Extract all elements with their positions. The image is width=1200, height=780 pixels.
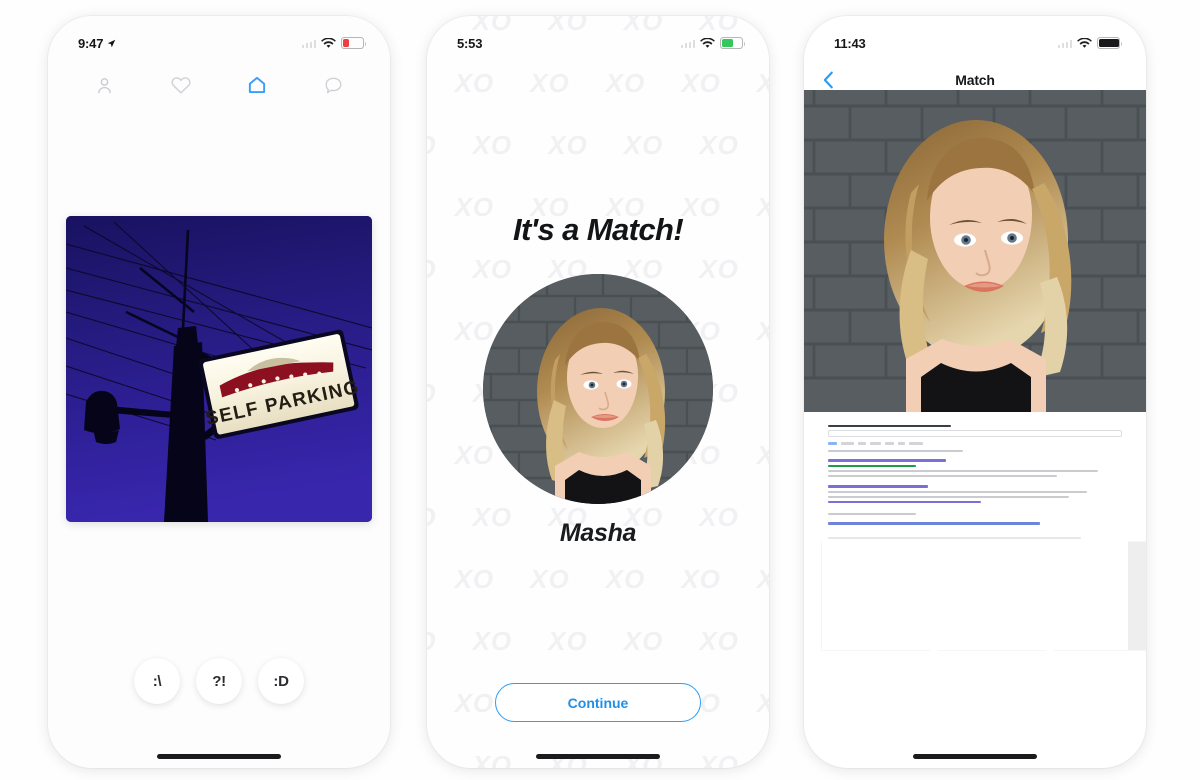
reaction-meh[interactable]: :\	[134, 658, 180, 704]
phone3-screen: 11:43 Match	[804, 16, 1146, 768]
phone1-status-time-group: 9:47	[78, 36, 116, 51]
cellular-signal-icon	[680, 39, 695, 48]
bottom-navigation-tabs	[48, 68, 390, 102]
sidebar-item-profile[interactable]	[92, 73, 116, 97]
xo-pattern-glyph: XO	[454, 68, 495, 98]
xo-pattern-row: XOXOXOXOXOXOXO	[427, 564, 769, 595]
like-thumb-search-results[interactable]	[822, 420, 1146, 650]
phone-screen-match: XO XO XO XO XO XO XO XO XO XO XO XO XO XO XO XO XO XO XO XO…	[427, 16, 769, 768]
xo-pattern-glyph: XO	[699, 626, 739, 656]
person-icon	[97, 77, 111, 93]
xo-pattern-glyph: XO	[454, 688, 495, 718]
battery-charging-icon	[720, 37, 746, 49]
xo-pattern-glyph: XO	[472, 750, 513, 768]
xo-pattern-glyph: XO	[757, 440, 769, 471]
location-arrow-icon	[107, 39, 116, 47]
xo-pattern-glyph: XO	[472, 254, 513, 284]
phone-screen-profile: 11:43 Match	[804, 16, 1146, 768]
battery-full-icon	[1097, 37, 1123, 49]
page-title: Match	[955, 72, 995, 88]
xo-pattern-glyph: XO	[757, 68, 769, 99]
chat-bubble-icon	[325, 77, 342, 93]
continue-button-label: Continue	[567, 694, 629, 711]
xo-pattern-glyph: XO	[699, 254, 739, 284]
cellular-signal-icon	[301, 39, 316, 48]
xo-pattern-glyph: XO	[454, 564, 495, 594]
xo-pattern-glyph: XO	[427, 254, 437, 285]
phone2-status-indicators	[680, 37, 746, 49]
heart-icon	[171, 77, 191, 94]
xo-pattern-glyph: XO	[427, 378, 437, 409]
xo-pattern-glyph: XO	[530, 564, 570, 594]
sidebar-item-likes[interactable]	[169, 73, 193, 97]
home-indicator	[536, 754, 660, 759]
phone3-status-indicators	[1057, 37, 1123, 49]
sidebar-item-home[interactable]	[245, 73, 269, 97]
profile-details: Masha 20 8 km away Art lover. Spring gir…	[822, 420, 1146, 650]
xo-pattern-row: XOXOXOXOXOXOXO	[427, 130, 769, 161]
xo-pattern-row: XOXOXOXOXOXOXO	[427, 68, 769, 99]
home-indicator	[157, 754, 281, 759]
xo-pattern-glyph: XO	[757, 688, 769, 719]
phone2-screen: XO XO XO XO XO XO XO XO XO XO XO XO XO XO XO XO XO XO XO XO…	[427, 16, 769, 768]
phone1-status-indicators	[301, 37, 367, 49]
xo-pattern-glyph: XO	[454, 316, 495, 346]
self-parking-night-photo: SELF PARKING	[66, 216, 372, 522]
xo-pattern-glyph: XO	[623, 130, 664, 160]
phone2-status-bar: 5:53	[427, 16, 769, 58]
xo-pattern-glyph: XO	[548, 750, 588, 768]
xo-pattern-glyph: XO	[681, 564, 721, 594]
profile-portrait-photo	[804, 90, 1146, 412]
xo-pattern-glyph: XO	[454, 440, 495, 470]
phone1-screen: 9:47 SELF PARKING:\ ?!:D	[48, 16, 390, 768]
xo-pattern-glyph: XO	[427, 130, 437, 161]
xo-pattern-glyph: XO	[757, 316, 769, 347]
phone3-status-time: 11:43	[834, 35, 866, 51]
xo-pattern-glyph: XO	[427, 750, 437, 768]
match-title: It's a Match!	[512, 212, 684, 247]
xo-pattern-glyph: XO	[472, 130, 513, 160]
sidebar-item-chat[interactable]	[322, 73, 346, 97]
xo-pattern-glyph: XO	[605, 68, 646, 98]
xo-pattern-glyph: XO	[699, 750, 739, 768]
feed-photo-card[interactable]: SELF PARKING	[66, 216, 372, 522]
xo-pattern-glyph: XO	[548, 130, 588, 160]
xo-pattern-glyph: XO	[699, 130, 739, 160]
xo-pattern-glyph: XO	[548, 626, 588, 656]
home-icon	[249, 76, 266, 94]
xo-pattern-glyph: XO	[530, 68, 570, 98]
three-phone-showcase: 9:47 SELF PARKING:\ ?!:D XO XO XO XO X…	[0, 0, 1200, 780]
chevron-left-icon[interactable]	[818, 69, 840, 91]
xo-pattern-glyph: XO	[757, 564, 769, 595]
xo-pattern-glyph: XO	[605, 564, 646, 594]
common-likes-thumbnails	[822, 420, 1146, 650]
search-results-screenshot	[822, 420, 1128, 650]
phone3-status-bar: 11:43	[804, 16, 1146, 58]
home-indicator	[913, 754, 1037, 759]
wifi-icon	[321, 37, 336, 48]
wifi-icon	[700, 37, 715, 48]
phone1-status-bar: 9:47	[48, 16, 390, 58]
match-portrait-photo	[483, 274, 713, 504]
reaction-button-row: :\ ?! :D	[48, 658, 390, 704]
cellular-signal-icon	[1057, 39, 1072, 48]
continue-button[interactable]: Continue	[495, 683, 701, 722]
xo-pattern-glyph: XO	[427, 626, 437, 657]
battery-low-icon	[341, 37, 367, 49]
xo-pattern-row: XOXOXOXOXOXOXO	[427, 626, 769, 657]
profile-hero-photo[interactable]	[804, 90, 1146, 412]
xo-pattern-glyph: XO	[681, 68, 721, 98]
phone1-status-time: 9:47	[78, 35, 104, 51]
phone2-status-time: 5:53	[457, 35, 483, 51]
xo-pattern-row: XOXOXOXOXOXOXO	[427, 750, 769, 768]
xo-pattern-glyph: XO	[623, 626, 664, 656]
wifi-icon	[1077, 37, 1092, 48]
avatar	[483, 274, 713, 504]
reaction-surprised[interactable]: ?!	[196, 658, 242, 704]
reaction-laugh[interactable]: :D	[258, 658, 304, 704]
phone-screen-feed: 9:47 SELF PARKING:\ ?!:D	[48, 16, 390, 768]
xo-pattern-glyph: XO	[623, 750, 664, 768]
xo-pattern-glyph: XO	[472, 626, 513, 656]
match-name: Masha	[559, 519, 637, 547]
